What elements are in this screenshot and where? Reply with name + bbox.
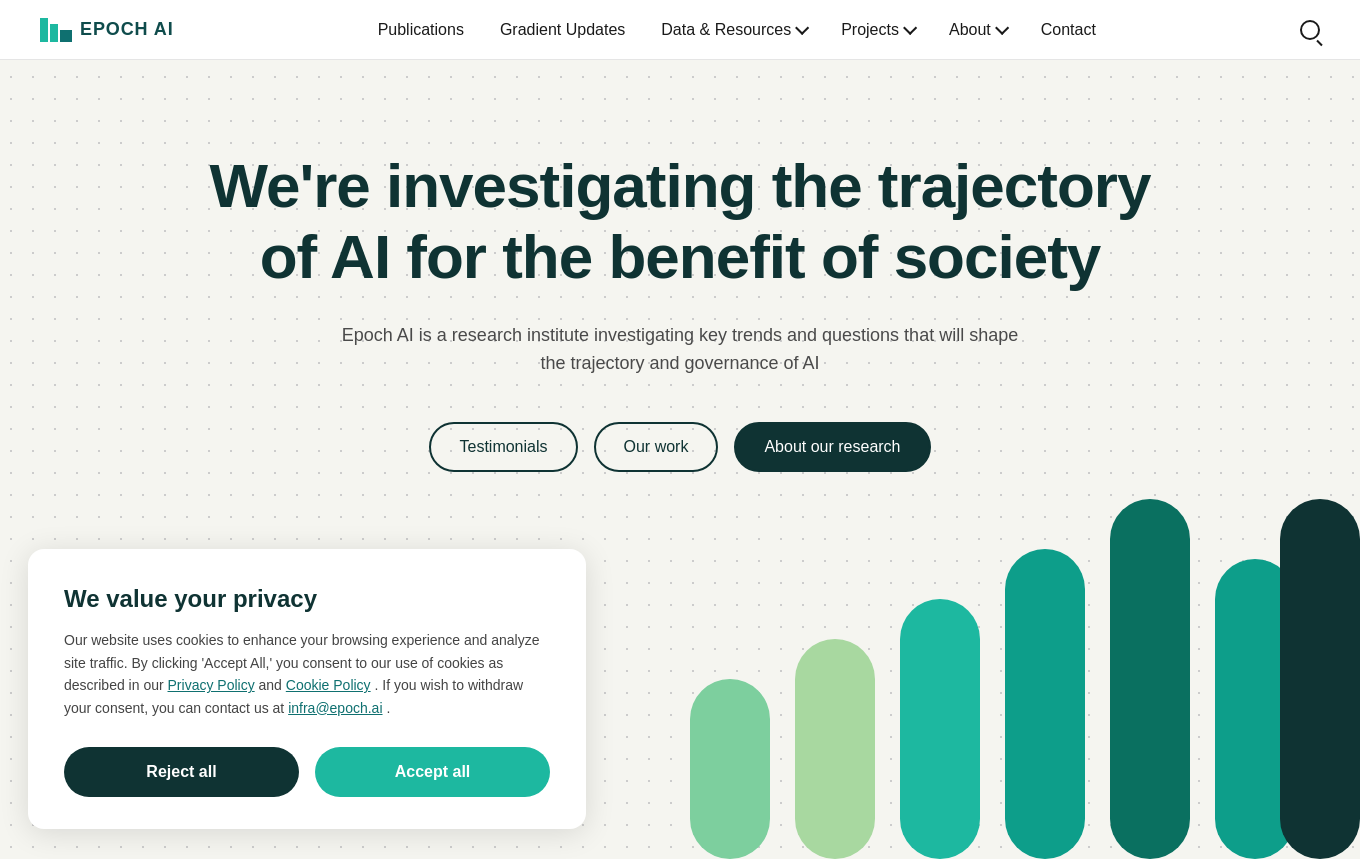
svg-rect-6	[1005, 549, 1085, 859]
nav-item-projects[interactable]: Projects	[841, 21, 913, 39]
logo[interactable]: EPOCH AI	[40, 18, 174, 42]
chart-svg	[660, 499, 1360, 859]
accept-all-button[interactable]: Accept all	[315, 747, 550, 797]
nav-link-projects[interactable]: Projects	[841, 21, 913, 39]
nav-item-gradient[interactable]: Gradient Updates	[500, 21, 625, 39]
about-research-button[interactable]: About our research	[734, 422, 930, 472]
svg-rect-0	[40, 18, 48, 42]
svg-rect-9	[1280, 499, 1360, 859]
hero-section: We're investigating the trajectory of AI…	[0, 60, 1360, 512]
testimonials-button[interactable]: Testimonials	[429, 422, 577, 472]
cookie-body: Our website uses cookies to enhance your…	[64, 629, 550, 719]
nav-link-about[interactable]: About	[949, 21, 1005, 39]
nav-item-contact[interactable]: Contact	[1041, 21, 1096, 39]
svg-rect-2	[60, 30, 72, 42]
nav-item-data[interactable]: Data & Resources	[661, 21, 805, 39]
svg-rect-1	[50, 24, 58, 42]
chevron-down-icon	[995, 20, 1009, 34]
logo-icon	[40, 18, 72, 42]
cookie-banner: We value your privacy Our website uses c…	[28, 549, 586, 829]
nav-link-contact[interactable]: Contact	[1041, 21, 1096, 38]
svg-rect-7	[1110, 499, 1190, 859]
hero-title: We're investigating the trajectory of AI…	[190, 150, 1170, 293]
email-link[interactable]: infra@epoch.ai	[288, 700, 382, 716]
privacy-policy-link[interactable]: Privacy Policy	[168, 677, 255, 693]
cookie-buttons: Reject all Accept all	[64, 747, 550, 797]
nav-link-publications[interactable]: Publications	[378, 21, 464, 38]
chevron-down-icon	[795, 20, 809, 34]
reject-all-button[interactable]: Reject all	[64, 747, 299, 797]
svg-rect-4	[795, 639, 875, 859]
our-work-button[interactable]: Our work	[594, 422, 719, 472]
search-icon[interactable]	[1300, 20, 1320, 40]
hero-buttons: Testimonials Our work About our research	[40, 422, 1320, 472]
main-nav: EPOCH AI Publications Gradient Updates D…	[0, 0, 1360, 60]
nav-item-about[interactable]: About	[949, 21, 1005, 39]
hero-subtitle: Epoch AI is a research institute investi…	[340, 321, 1020, 379]
chart-area	[660, 499, 1360, 859]
cookie-title: We value your privacy	[64, 585, 550, 613]
nav-link-gradient[interactable]: Gradient Updates	[500, 21, 625, 38]
svg-rect-5	[900, 599, 980, 859]
logo-text: EPOCH AI	[80, 19, 174, 40]
nav-item-publications[interactable]: Publications	[378, 21, 464, 39]
cookie-policy-link[interactable]: Cookie Policy	[286, 677, 371, 693]
chevron-down-icon	[903, 20, 917, 34]
nav-links: Publications Gradient Updates Data & Res…	[378, 21, 1096, 39]
svg-rect-3	[690, 679, 770, 859]
nav-link-data[interactable]: Data & Resources	[661, 21, 805, 39]
